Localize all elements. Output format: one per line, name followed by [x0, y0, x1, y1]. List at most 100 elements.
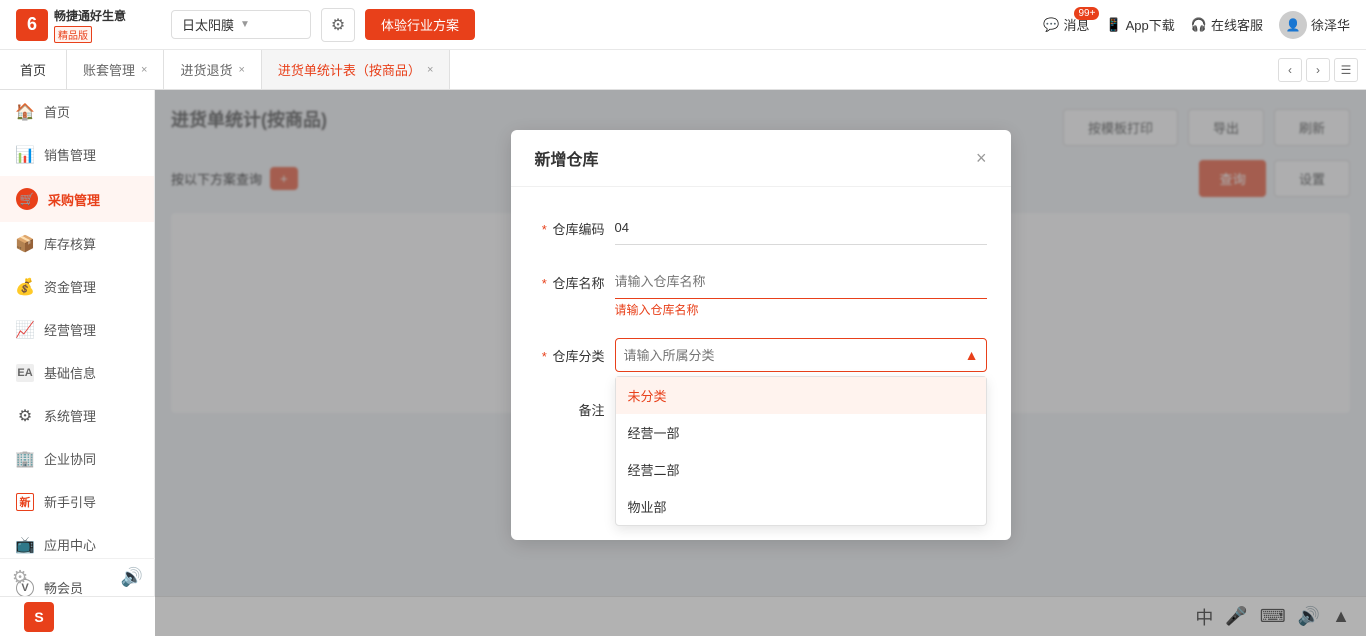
code-label: * 仓库编码 [535, 211, 615, 238]
sidebar-speaker-icon[interactable]: 🔊 [121, 567, 143, 588]
classify-option-unclassified[interactable]: 未分类 [616, 377, 986, 414]
tab-bar: 首页 账套管理 × 进货退货 × 进货单统计表（按商品） × ‹ › ☰ [0, 50, 1366, 90]
store-arrow-icon: ▼ [240, 19, 250, 30]
classify-required-star: * [542, 349, 547, 364]
headset-icon: 🎧 [1191, 17, 1207, 33]
company-sub: 精品版 [54, 26, 92, 43]
sidebar-enterprise-label: 企业协同 [44, 449, 96, 468]
sidebar-item-system[interactable]: ⚙ 系统管理 [0, 394, 154, 437]
sidebar-settings-icon[interactable]: ⚙ [12, 567, 28, 588]
name-label: * 仓库名称 [535, 265, 615, 292]
finance-icon: 💰 [16, 278, 34, 296]
user-icon: 👤 [1286, 18, 1301, 32]
message-icon: 💬 [1043, 17, 1059, 33]
header-mid: 日太阳膜 ▼ ⚙ 体验行业方案 [171, 8, 1043, 42]
s-logo-letter: S [34, 609, 43, 625]
sidebar-item-finance[interactable]: 💰 资金管理 [0, 265, 154, 308]
tab-controls: ‹ › ☰ [1270, 50, 1366, 89]
purchase-icon: 🛒 [16, 188, 38, 210]
sidebar-item-home[interactable]: 🏠 首页 [0, 90, 154, 133]
online-service-label: 在线客服 [1211, 15, 1263, 34]
online-service-item[interactable]: 🎧 在线客服 [1191, 15, 1263, 34]
name-label-text: 仓库名称 [552, 276, 604, 291]
sidebar-purchase-label: 采购管理 [48, 190, 100, 209]
code-control-wrap [615, 211, 987, 245]
store-name: 日太阳膜 [182, 15, 234, 34]
sidebar-item-sales[interactable]: 📊 销售管理 [0, 133, 154, 176]
home-icon: 🏠 [16, 103, 34, 121]
trial-button[interactable]: 体验行业方案 [365, 9, 475, 40]
sidebar-guide-label: 新手引导 [44, 492, 96, 511]
name-control-wrap: 请输入仓库名称 [615, 265, 987, 318]
modal-close-button[interactable]: × [976, 149, 987, 167]
logo-area: 6 畅捷通好生意 精品版 [16, 7, 171, 43]
sidebar-item-operation[interactable]: 📈 经营管理 [0, 308, 154, 351]
tab-purchase-stats[interactable]: 进货单统计表（按商品） × [262, 50, 450, 89]
classify-dropdown: 未分类 经营一部 经营二部 物业部 [615, 376, 987, 526]
appcenter-icon: 📺 [16, 536, 34, 554]
sidebar-appcenter-label: 应用中心 [44, 535, 96, 554]
tab-purchase-return-close-icon[interactable]: × [238, 64, 244, 76]
classify-option-dept2[interactable]: 经营二部 [616, 451, 986, 488]
tab-purchase-stats-label: 进货单统计表（按商品） [278, 60, 421, 79]
tab-accounts[interactable]: 账套管理 × [67, 50, 164, 89]
system-icon: ⚙ [16, 407, 34, 425]
modal-body: * 仓库编码 * 仓库名称 请输入仓库名称 [511, 187, 1011, 473]
tab-accounts-close-icon[interactable]: × [141, 64, 147, 76]
classify-control-wrap: ▲ 未分类 经营一部 经营二部 物业部 [615, 338, 987, 372]
sidebar-item-guide[interactable]: 新 新手引导 [0, 480, 154, 523]
code-input[interactable] [615, 211, 987, 245]
settings-button[interactable]: ⚙ [321, 8, 355, 42]
tab-spacer [450, 50, 1270, 89]
tab-purchase-return[interactable]: 进货退货 × [164, 50, 261, 89]
sidebar: 🏠 首页 📊 销售管理 🛒 采购管理 📦 库存核算 💰 资金管理 📈 经营管理 … [0, 90, 155, 636]
gear-icon: ⚙ [331, 15, 345, 35]
name-field-row: * 仓库名称 请输入仓库名称 [535, 265, 987, 318]
notifications-badge: 99+ [1074, 7, 1099, 20]
classify-option-dept2-label: 经营二部 [628, 463, 680, 478]
app-download-item[interactable]: 📱 App下载 [1105, 15, 1174, 34]
tab-menu-button[interactable]: ☰ [1334, 58, 1358, 82]
inventory-icon: 📦 [16, 235, 34, 253]
notifications-item[interactable]: 💬 消息 99+ [1043, 15, 1089, 34]
classify-option-dept1[interactable]: 经营一部 [616, 414, 986, 451]
classify-input[interactable] [615, 338, 987, 372]
tab-purchase-stats-close-icon[interactable]: × [427, 64, 433, 76]
store-selector[interactable]: 日太阳膜 ▼ [171, 10, 311, 39]
mobile-icon: 📱 [1105, 17, 1121, 33]
sidebar-item-basic[interactable]: EA 基础信息 [0, 351, 154, 394]
sidebar-home-label: 首页 [44, 102, 70, 121]
tab-home[interactable]: 首页 [0, 50, 67, 89]
tab-purchase-return-label: 进货退货 [180, 60, 232, 79]
tab-prev-button[interactable]: ‹ [1278, 58, 1302, 82]
name-input[interactable] [615, 265, 987, 299]
modal-overlay: 新增仓库 × * 仓库编码 * 仓库名称 [155, 90, 1366, 636]
operation-icon: 📈 [16, 321, 34, 339]
sidebar-basic-label: 基础信息 [44, 363, 96, 382]
sidebar-item-inventory[interactable]: 📦 库存核算 [0, 222, 154, 265]
code-required-star: * [542, 222, 547, 237]
bottom-left: S [16, 602, 54, 632]
username-label: 徐泽华 [1311, 15, 1350, 34]
logo-text-area: 畅捷通好生意 精品版 [54, 7, 126, 43]
sales-icon: 📊 [16, 146, 34, 164]
classify-label: * 仓库分类 [535, 338, 615, 365]
classify-option-property[interactable]: 物业部 [616, 488, 986, 525]
name-required-star: * [542, 276, 547, 291]
note-label-text: 备注 [578, 403, 604, 418]
note-label: 备注 [535, 392, 615, 419]
sidebar-item-enterprise[interactable]: 🏢 企业协同 [0, 437, 154, 480]
user-item[interactable]: 👤 徐泽华 [1279, 11, 1350, 39]
tab-accounts-label: 账套管理 [83, 60, 135, 79]
classify-option-dept1-label: 经营一部 [628, 426, 680, 441]
app-download-label: App下载 [1126, 15, 1175, 34]
guide-icon: 新 [16, 493, 34, 511]
classify-field-row: * 仓库分类 ▲ 未分类 经营一部 经营二部 [535, 338, 987, 372]
modal-title: 新增仓库 [535, 146, 599, 170]
sidebar-sales-label: 销售管理 [44, 145, 96, 164]
tab-next-button[interactable]: › [1306, 58, 1330, 82]
basic-icon: EA [16, 364, 34, 382]
app-logo-icon: 6 [16, 9, 48, 41]
sidebar-bottom: ⚙ 🔊 [0, 558, 155, 596]
sidebar-item-purchase[interactable]: 🛒 采购管理 [0, 176, 154, 222]
